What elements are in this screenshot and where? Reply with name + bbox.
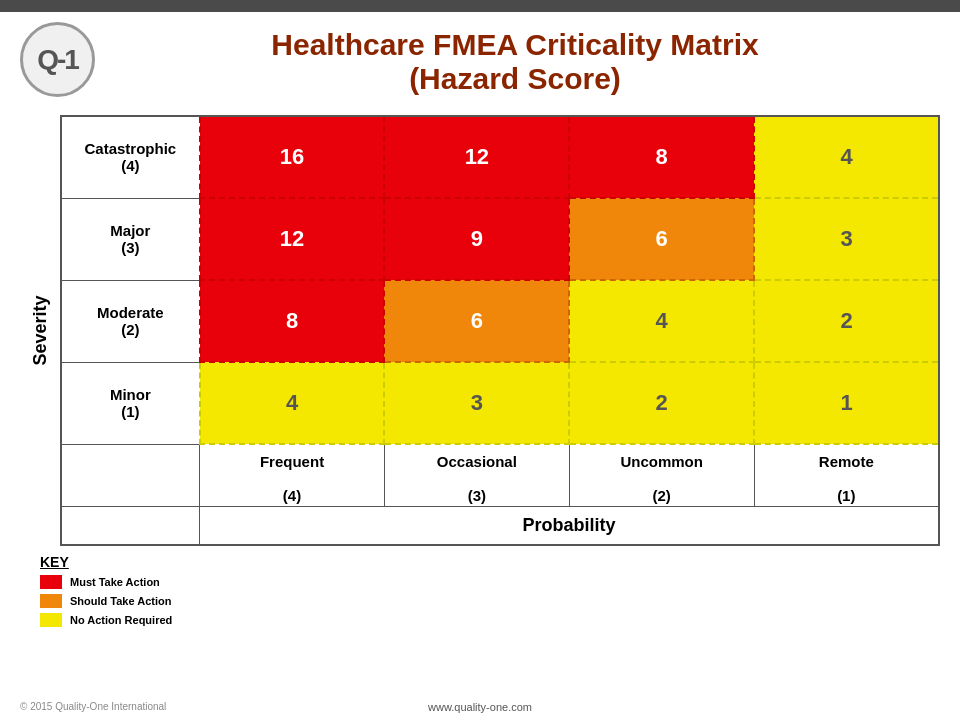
row-header-catastrophic: Catastrophic(4) xyxy=(61,116,200,198)
cell-1: 1 xyxy=(754,362,939,444)
cell-2a: 2 xyxy=(754,280,939,362)
probability-label: Probability xyxy=(200,507,939,546)
cell-12b: 12 xyxy=(200,198,385,280)
logo-text: Q-1 xyxy=(37,44,78,76)
header: Q-1 Healthcare FMEA Criticality Matrix (… xyxy=(0,12,960,107)
matrix-table: Catastrophic(4) 16 12 8 4 Major(3) 12 9 xyxy=(60,115,940,546)
cell-9: 9 xyxy=(384,198,569,280)
prob-empty xyxy=(61,507,200,546)
col-headers-row: Frequent(4) Occasional(3) Uncommon(2) xyxy=(61,444,939,507)
title-area: Healthcare FMEA Criticality Matrix (Haza… xyxy=(100,28,930,96)
key-label-red: Must Take Action xyxy=(70,576,160,588)
key-section: KEY Must Take Action Should Take Action … xyxy=(20,546,220,627)
content: Severity Catastrophic(4) 16 12 8 4 xyxy=(0,115,960,627)
key-label-orange: Should Take Action xyxy=(70,595,171,607)
table-row: Major(3) 12 9 6 3 xyxy=(61,198,939,280)
main-title: Healthcare FMEA Criticality Matrix (Haza… xyxy=(100,28,930,96)
matrix-wrapper: Severity Catastrophic(4) 16 12 8 4 xyxy=(20,115,940,546)
col-header-remote: Remote(1) xyxy=(754,444,939,507)
key-label-yellow: No Action Required xyxy=(70,614,172,626)
row-header-minor: Minor(1) xyxy=(61,362,200,444)
logo: Q-1 xyxy=(20,22,95,97)
empty-corner xyxy=(61,444,200,507)
cell-12a: 12 xyxy=(384,116,569,198)
col-header-occasional: Occasional(3) xyxy=(384,444,569,507)
cell-4b: 4 xyxy=(569,280,754,362)
table-row: Catastrophic(4) 16 12 8 4 xyxy=(61,116,939,198)
key-swatch-orange xyxy=(40,594,62,608)
table-row: Minor(1) 4 3 2 1 xyxy=(61,362,939,444)
cell-8b: 8 xyxy=(200,280,385,362)
severity-label-col: Severity xyxy=(20,115,60,546)
table-row: Moderate(2) 8 6 4 2 xyxy=(61,280,939,362)
cell-4a: 4 xyxy=(754,116,939,198)
key-item-yellow: No Action Required xyxy=(40,613,220,627)
matrix-table-container: Catastrophic(4) 16 12 8 4 Major(3) 12 9 xyxy=(60,115,940,546)
cell-3b: 3 xyxy=(384,362,569,444)
cell-2b: 2 xyxy=(569,362,754,444)
title-line1: Healthcare FMEA Criticality Matrix xyxy=(271,28,758,61)
col-header-frequent: Frequent(4) xyxy=(200,444,385,507)
cell-4c: 4 xyxy=(200,362,385,444)
row-header-major: Major(3) xyxy=(61,198,200,280)
footer: © 2015 Quality-One International www.qua… xyxy=(0,701,960,712)
cell-6b: 6 xyxy=(384,280,569,362)
cell-6a: 6 xyxy=(569,198,754,280)
title-line2: (Hazard Score) xyxy=(409,62,621,95)
probability-row: Probability xyxy=(61,507,939,546)
cell-8a: 8 xyxy=(569,116,754,198)
website: www.quality-one.com xyxy=(428,701,532,713)
top-bar xyxy=(0,0,960,12)
cell-16: 16 xyxy=(200,116,385,198)
key-item-red: Must Take Action xyxy=(40,575,220,589)
logo-container: Q-1 xyxy=(20,22,100,102)
severity-label: Severity xyxy=(30,295,51,365)
row-header-moderate: Moderate(2) xyxy=(61,280,200,362)
copyright: © 2015 Quality-One International xyxy=(20,701,166,712)
key-item-orange: Should Take Action xyxy=(40,594,220,608)
key-swatch-yellow xyxy=(40,613,62,627)
key-title: KEY xyxy=(40,554,220,570)
col-header-uncommon: Uncommon(2) xyxy=(569,444,754,507)
cell-3a: 3 xyxy=(754,198,939,280)
key-swatch-red xyxy=(40,575,62,589)
